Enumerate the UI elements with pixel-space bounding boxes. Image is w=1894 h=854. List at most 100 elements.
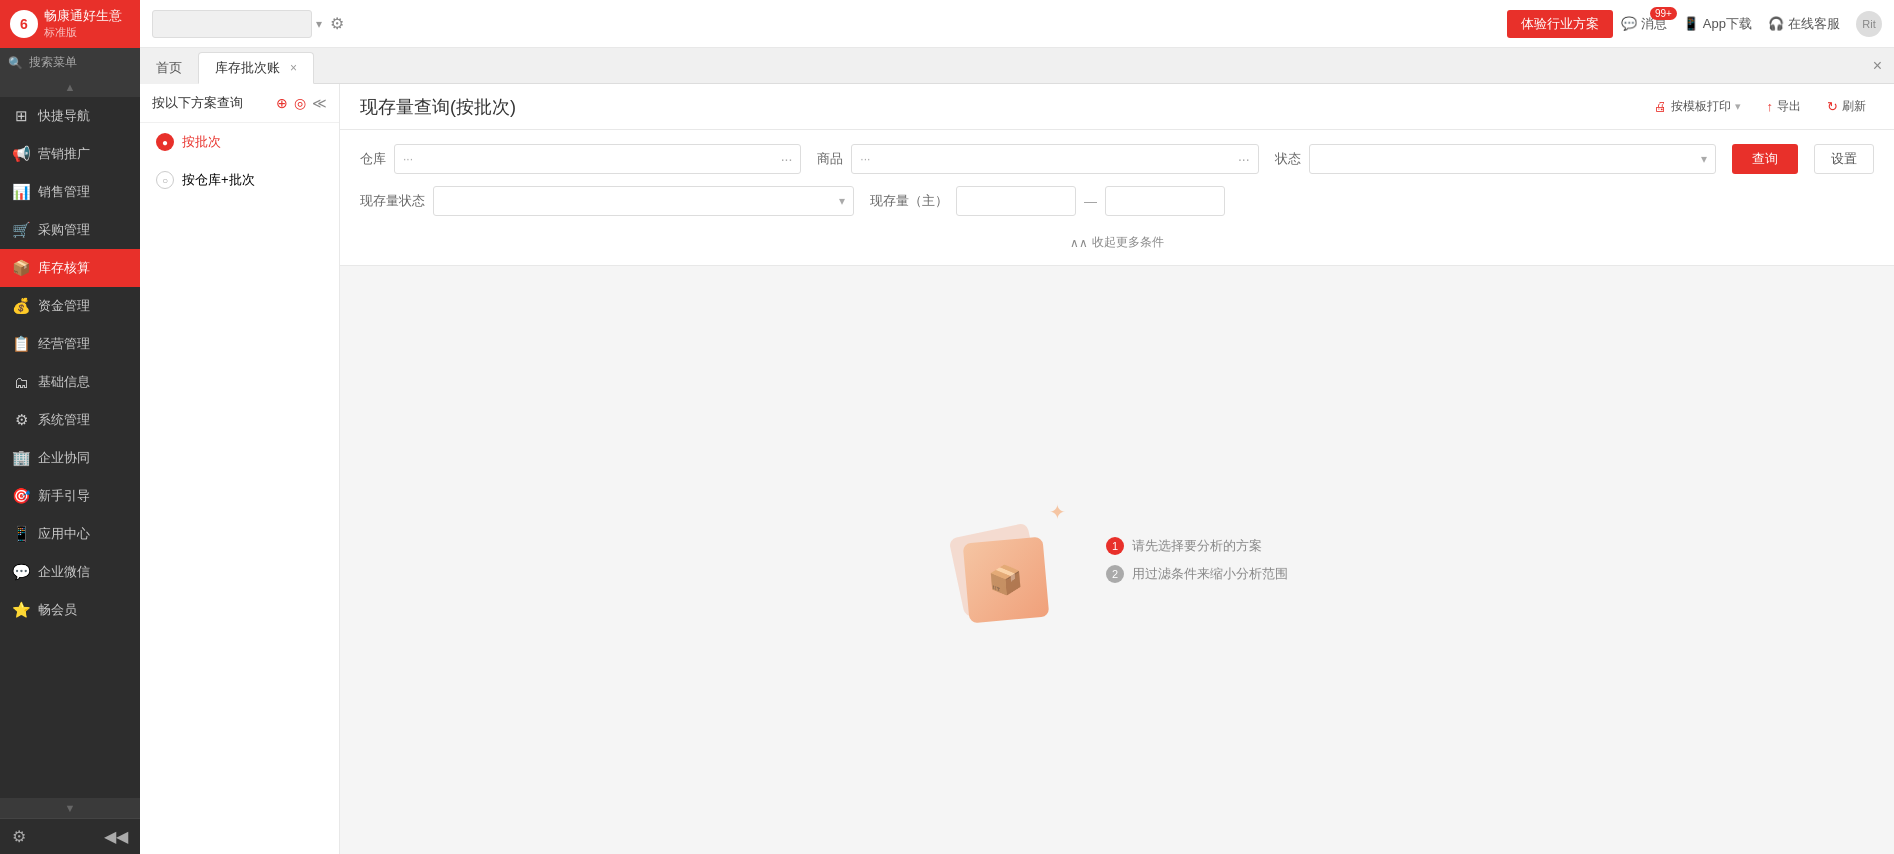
product-label: 商品: [817, 150, 843, 168]
app-download-btn[interactable]: 📱 App下载: [1683, 15, 1752, 33]
filter-row-1: 仓库 ··· ··· 商品 ··· ···: [360, 144, 1874, 174]
sidebar-item-appcenter[interactable]: 📱 应用中心: [0, 515, 140, 553]
messages-badge: 99+: [1650, 7, 1677, 20]
scheme-label-by-batch: 按批次: [182, 133, 221, 151]
sidebar-scroll-up[interactable]: ▲: [0, 77, 140, 97]
warehouse-field: 仓库 ··· ···: [360, 144, 801, 174]
user-profile-btn[interactable]: Rit: [1856, 11, 1882, 37]
query-btn[interactable]: 查询: [1732, 144, 1798, 174]
empty-hint-2: 2 用过滤条件来缩小分析范围: [1106, 565, 1288, 583]
page-actions: 🖨 按模板打印 ▾ ↑ 导出 ↻ 刷新: [1646, 94, 1875, 119]
sidebar-item-finance[interactable]: 💰 资金管理: [0, 287, 140, 325]
collapse-sidebar-icon[interactable]: ◀◀: [104, 827, 128, 846]
status-select[interactable]: ▾: [1309, 144, 1716, 174]
empty-sparkle-icon: ✦: [1049, 500, 1066, 524]
settings-scheme-icon[interactable]: ◎: [294, 95, 306, 111]
sidebar-label-purchase: 采购管理: [38, 221, 90, 239]
sidebar-item-quick-nav[interactable]: ⊞ 快捷导航: [0, 97, 140, 135]
hint-text-1: 请先选择要分析的方案: [1132, 537, 1262, 555]
export-btn[interactable]: ↑ 导出: [1759, 94, 1810, 119]
tab-close-icon[interactable]: ×: [290, 61, 297, 75]
warehouse-label: 仓库: [360, 150, 386, 168]
print-icon: 🖨: [1654, 99, 1667, 114]
sidebar-item-enterprise[interactable]: 🏢 企业协同: [0, 439, 140, 477]
refresh-label: 刷新: [1842, 98, 1866, 115]
stock-qty-from-input[interactable]: [956, 186, 1076, 216]
scheme-label-by-warehouse-batch: 按仓库+批次: [182, 171, 255, 189]
add-scheme-icon[interactable]: ⊕: [276, 95, 288, 111]
enterprise-icon: 🏢: [12, 449, 30, 467]
sidebar-item-purchase[interactable]: 🛒 采购管理: [0, 211, 140, 249]
main-area: ▾ ⚙ 体验行业方案 💬 消息 99+ 📱 App下载 🎧 在线客服 Rit: [140, 0, 1894, 854]
topbar-search-input[interactable]: [152, 10, 312, 38]
sidebar-item-member[interactable]: ⭐ 畅会员: [0, 591, 140, 629]
sidebar-label-finance: 资金管理: [38, 297, 90, 315]
empty-hint-1: 1 请先选择要分析的方案: [1106, 537, 1288, 555]
print-label: 按模板打印: [1671, 98, 1731, 115]
scheme-item-by-warehouse-batch[interactable]: ○ 按仓库+批次: [140, 161, 339, 199]
topbar-dropdown-icon[interactable]: ▾: [316, 17, 322, 31]
warehouse-input[interactable]: ··· ···: [394, 144, 801, 174]
sidebar-item-inventory[interactable]: 📦 库存核算: [0, 249, 140, 287]
sidebar-item-operation[interactable]: 📋 经营管理: [0, 325, 140, 363]
status-label: 状态: [1275, 150, 1301, 168]
stock-qty-label: 现存量（主）: [870, 192, 948, 210]
sidebar-header: 6 畅康通好生意 标准版: [0, 0, 140, 48]
hint-text-2: 用过滤条件来缩小分析范围: [1132, 565, 1288, 583]
sidebar-scroll-down[interactable]: ▼: [0, 798, 140, 818]
online-service-btn[interactable]: 🎧 在线客服: [1768, 15, 1840, 33]
sidebar-item-basic[interactable]: 🗂 基础信息: [0, 363, 140, 401]
settings-icon[interactable]: ⚙: [12, 827, 26, 846]
sidebar-label-newguide: 新手引导: [38, 487, 90, 505]
filter-row-2: 现存量状态 ▾ 现存量（主） —: [360, 186, 1874, 216]
empty-box: 📦: [963, 537, 1050, 624]
sidebar: 6 畅康通好生意 标准版 🔍 搜索菜单 ▲ ⊞ 快捷导航 📢 营销推广 📊 销售…: [0, 0, 140, 854]
sidebar-item-marketing[interactable]: 📢 营销推广: [0, 135, 140, 173]
hint-num-2: 2: [1106, 565, 1124, 583]
export-label: 导出: [1777, 98, 1801, 115]
scheme-item-by-batch[interactable]: ● 按批次: [140, 123, 339, 161]
page-header: 现存量查询(按批次) 🖨 按模板打印 ▾ ↑ 导出 ↻ 刷新: [340, 84, 1894, 130]
sidebar-item-newguide[interactable]: 🎯 新手引导: [0, 477, 140, 515]
stock-qty-to-input[interactable]: [1105, 186, 1225, 216]
operation-icon: 📋: [12, 335, 30, 353]
stock-status-select[interactable]: ▾: [433, 186, 854, 216]
app-download-label: App下载: [1703, 15, 1752, 33]
scheme-dot-inactive: ○: [156, 171, 174, 189]
app-edition: 标准版: [44, 25, 122, 40]
quick-nav-icon: ⊞: [12, 107, 30, 125]
messages-btn[interactable]: 💬 消息 99+: [1621, 15, 1667, 33]
member-icon: ⭐: [12, 601, 30, 619]
topbar-gear-icon[interactable]: ⚙: [330, 14, 344, 33]
sidebar-label-quick-nav: 快捷导航: [38, 107, 90, 125]
right-content: 现存量查询(按批次) 🖨 按模板打印 ▾ ↑ 导出 ↻ 刷新: [340, 84, 1894, 854]
filter-area: 仓库 ··· ··· 商品 ··· ···: [340, 130, 1894, 266]
print-btn[interactable]: 🖨 按模板打印 ▾: [1646, 94, 1749, 119]
refresh-btn[interactable]: ↻ 刷新: [1819, 94, 1874, 119]
sidebar-item-wechat[interactable]: 💬 企业微信: [0, 553, 140, 591]
sidebar-label-wechat: 企业微信: [38, 563, 90, 581]
newguide-icon: 🎯: [12, 487, 30, 505]
tab-home[interactable]: 首页: [140, 52, 198, 84]
sidebar-item-system[interactable]: ⚙ 系统管理: [0, 401, 140, 439]
content-area: 按以下方案查询 ⊕ ◎ ≪ ● 按批次 ○ 按仓库+批次 现存量查询(按批次): [140, 84, 1894, 854]
system-icon: ⚙: [12, 411, 30, 429]
product-input[interactable]: ··· ···: [851, 144, 1258, 174]
settings-btn[interactable]: 设置: [1814, 144, 1874, 174]
sidebar-search[interactable]: 🔍 搜索菜单: [0, 48, 140, 77]
warehouse-placeholder: ···: [403, 152, 413, 166]
headset-icon: 🎧: [1768, 16, 1784, 31]
stock-qty-field: 现存量（主） —: [870, 186, 1364, 216]
tab-batch-account[interactable]: 库存批次账 ×: [198, 52, 314, 84]
sidebar-bottom: ⚙ ◀◀: [0, 818, 140, 854]
tabbar-close-right-btn[interactable]: ×: [1861, 48, 1894, 83]
online-service-label: 在线客服: [1788, 15, 1840, 33]
product-dots-icon: ···: [1238, 151, 1250, 167]
trial-btn[interactable]: 体验行业方案: [1507, 10, 1613, 38]
collapse-more-btn[interactable]: ∧∧ 收起更多条件: [360, 228, 1874, 251]
sidebar-item-sales[interactable]: 📊 销售管理: [0, 173, 140, 211]
refresh-icon: ↻: [1827, 99, 1838, 114]
search-icon: 🔍: [8, 56, 23, 70]
sales-icon: 📊: [12, 183, 30, 201]
collapse-panel-icon[interactable]: ≪: [312, 95, 327, 111]
